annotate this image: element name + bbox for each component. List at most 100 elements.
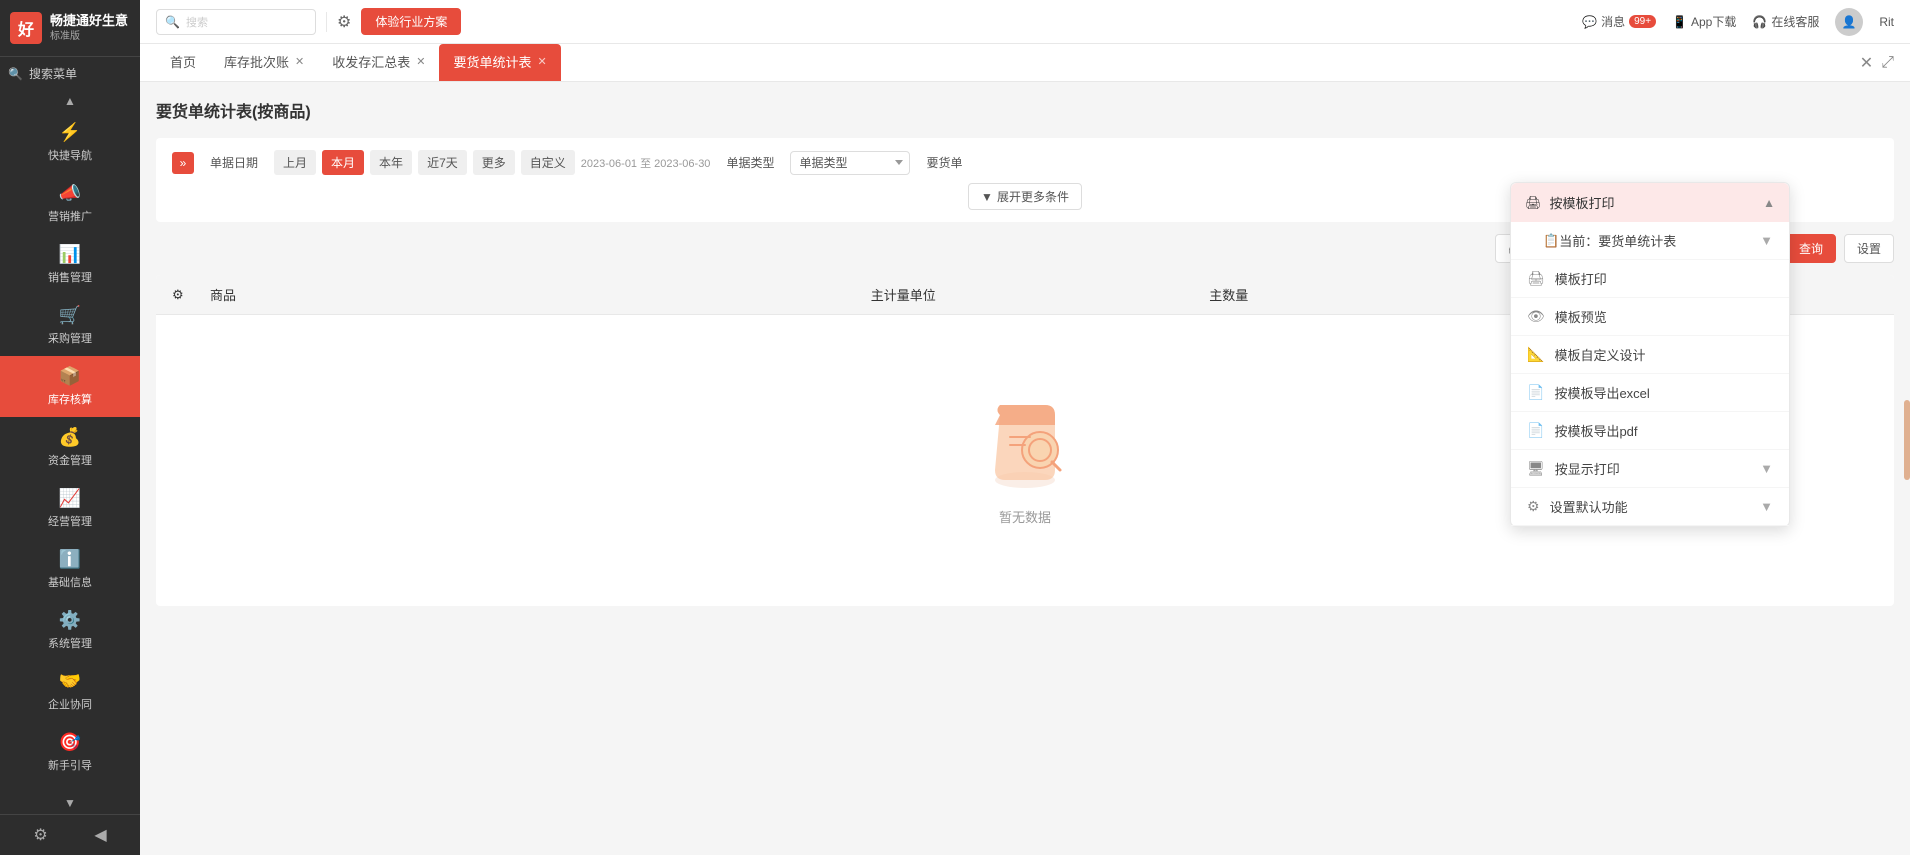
sidebar-item-business[interactable]: 📈 经营管理 — [0, 478, 140, 539]
logo-text: 畅捷通好生意 标准版 — [50, 13, 128, 43]
tab-requisition-stats-label: 要货单统计表 — [453, 52, 531, 71]
dropdown-set-default[interactable]: ⚙ 设置默认功能 ▼ — [1511, 488, 1789, 526]
dropdown-item-template-print[interactable]: 🖨 模板打印 — [1511, 260, 1789, 298]
sidebar-nav: ⚡ 快捷导航 📣 营销推广 📊 销售管理 🛒 采购管理 📦 库存核算 💰 资金管… — [0, 112, 140, 792]
require-goods-label: 要货单 — [926, 154, 962, 171]
dropdown-template-custom-label: 模板自定义设计 — [1554, 345, 1645, 364]
marketing-icon: 📣 — [59, 183, 81, 204]
message-badge: 99+ — [1629, 15, 1656, 28]
collab-icon: 🤝 — [59, 671, 81, 692]
dropdown-item-template-preview[interactable]: 👁 模板预览 — [1511, 298, 1789, 336]
user-avatar[interactable]: 👤 — [1835, 8, 1863, 36]
finance-icon: 💰 — [59, 427, 81, 448]
dropdown-export-excel-icon: 📄 — [1527, 384, 1544, 401]
topbar-search[interactable]: 🔍 搜索 — [156, 9, 316, 35]
right-scrollbar[interactable] — [1904, 400, 1910, 480]
sidebar-search-btn[interactable]: 🔍 搜索菜单 — [0, 57, 140, 90]
basic-label: 基础信息 — [48, 574, 92, 590]
dropdown-template-print-label: 模板打印 — [1555, 269, 1607, 288]
footer-hide-icon[interactable]: ◀ — [94, 825, 106, 845]
dropdown-close-chevron[interactable]: ▲ — [1763, 196, 1775, 210]
tab-batch-account[interactable]: 库存批次账 ✕ — [210, 44, 318, 81]
settings-btn-label: 设置 — [1857, 240, 1881, 257]
date-btn-last-month[interactable]: 上月 — [274, 150, 316, 175]
topbar-settings-icon[interactable]: ⚙ — [337, 12, 351, 32]
filter-expand-icon[interactable]: » — [172, 152, 194, 174]
sidebar-scroll-down[interactable]: ▼ — [0, 792, 140, 814]
dropdown-current-template[interactable]: 📋 当前：要货单统计表 ▼ — [1511, 222, 1789, 260]
sales-label: 销售管理 — [48, 269, 92, 285]
dropdown-display-print[interactable]: 🖥 按显示打印 ▼ — [1511, 450, 1789, 488]
sidebar-item-quick-nav[interactable]: ⚡ 快捷导航 — [0, 112, 140, 173]
marketing-label: 营销推广 — [48, 208, 92, 224]
inventory-icon: 📦 — [59, 366, 81, 387]
purchase-icon: 🛒 — [59, 305, 81, 326]
query-button[interactable]: 查询 — [1786, 234, 1836, 263]
expand-more-btn[interactable]: ▼ 展开更多条件 — [968, 183, 1082, 210]
page-title: 要货单统计表(按商品) — [156, 98, 1894, 122]
message-label: 消息 — [1601, 13, 1625, 30]
app-badge: 标准版 — [50, 30, 128, 43]
sidebar-item-appstore[interactable]: 🔲 应用中心 — [0, 783, 140, 792]
order-type-select[interactable]: 单据类型 — [790, 151, 910, 175]
settings-button[interactable]: 设置 — [1844, 234, 1894, 263]
sidebar-item-marketing[interactable]: 📣 营销推广 — [0, 173, 140, 234]
quick-nav-label: 快捷导航 — [48, 147, 92, 163]
dropdown-current-chevron: ▼ — [1760, 233, 1773, 248]
sidebar-item-system[interactable]: ⚙️ 系统管理 — [0, 600, 140, 661]
tabs-right-controls: ✕ ⤢ — [1860, 53, 1894, 73]
dropdown-item-export-pdf[interactable]: 📄 按模板导出pdf — [1511, 412, 1789, 450]
dropdown-current-icon: 📋 — [1543, 233, 1559, 249]
dropdown-header: 🖨 按模板打印 ▲ — [1511, 183, 1789, 222]
system-icon: ⚙️ — [59, 610, 81, 631]
dropdown-item-export-excel[interactable]: 📄 按模板导出excel — [1511, 374, 1789, 412]
table-col-settings[interactable]: ⚙ — [172, 287, 202, 303]
tab-requisition-stats-close[interactable]: ✕ — [538, 55, 547, 68]
date-btn-current-year[interactable]: 本年 — [370, 150, 412, 175]
purchase-label: 采购管理 — [48, 330, 92, 346]
app-download-action[interactable]: 📱 App下载 — [1672, 13, 1736, 30]
date-btn-custom[interactable]: 自定义 — [521, 150, 575, 175]
date-btn-more[interactable]: 更多 — [473, 150, 515, 175]
tab-receivable-summary-close[interactable]: ✕ — [416, 55, 425, 68]
search-icon: 🔍 — [8, 67, 23, 81]
tab-requisition-stats[interactable]: 要货单统计表 ✕ — [439, 44, 560, 81]
sidebar-logo: 好 畅捷通好生意 标准版 — [0, 0, 140, 57]
online-service-action[interactable]: 🎧 在线客服 — [1752, 13, 1819, 30]
business-icon: 📈 — [59, 488, 81, 509]
sidebar-item-purchase[interactable]: 🛒 采购管理 — [0, 295, 140, 356]
sidebar: 好 畅捷通好生意 标准版 🔍 搜索菜单 ▲ ⚡ 快捷导航 📣 营销推广 📊 销售… — [0, 0, 140, 855]
date-btn-current-month[interactable]: 本月 — [322, 150, 364, 175]
date-btn-last-7-days[interactable]: 近7天 — [418, 150, 467, 175]
tab-receivable-summary-label: 收发存汇总表 — [332, 52, 410, 71]
sidebar-item-finance[interactable]: 💰 资金管理 — [0, 417, 140, 478]
industry-solution-button[interactable]: 体验行业方案 — [361, 8, 461, 35]
app-download-icon: 📱 — [1672, 15, 1687, 29]
empty-text: 暂无数据 — [999, 507, 1051, 526]
sales-icon: 📊 — [59, 244, 81, 265]
inventory-label: 库存核算 — [48, 391, 92, 407]
tab-batch-account-close[interactable]: ✕ — [295, 55, 304, 68]
sidebar-item-collab[interactable]: 🤝 企业协同 — [0, 661, 140, 722]
tab-home[interactable]: 首页 — [156, 44, 210, 81]
sidebar-scroll-up[interactable]: ▲ — [0, 90, 140, 112]
sidebar-item-newbie[interactable]: 🎯 新手引导 — [0, 722, 140, 783]
tab-close-all-button[interactable]: ✕ — [1860, 53, 1873, 73]
sidebar-item-sales[interactable]: 📊 销售管理 — [0, 234, 140, 295]
dropdown-display-print-chevron: ▼ — [1760, 461, 1773, 476]
filter-row: » 单据日期 上月 本月 本年 近7天 更多 自定义 2023-06-01 至 … — [172, 150, 1878, 175]
tab-receivable-summary[interactable]: 收发存汇总表 ✕ — [318, 44, 439, 81]
sidebar-item-inventory[interactable]: 📦 库存核算 — [0, 356, 140, 417]
tab-maximize-button[interactable]: ⤢ — [1881, 53, 1894, 73]
footer-settings-icon[interactable]: ⚙ — [33, 825, 47, 845]
table-col-unit-header: 主计量单位 — [863, 285, 1201, 304]
dropdown-display-print-icon: 🖥 — [1527, 460, 1545, 477]
message-action[interactable]: 💬 消息 99+ — [1582, 13, 1656, 30]
table-col-product-header: 商品 — [202, 285, 863, 304]
message-icon: 💬 — [1582, 15, 1597, 29]
page-content: 要货单统计表(按商品) » 单据日期 上月 本月 本年 近7天 更多 自定义 2… — [140, 82, 1910, 855]
finance-label: 资金管理 — [48, 452, 92, 468]
dropdown-item-template-custom[interactable]: 📐 模板自定义设计 — [1511, 336, 1789, 374]
sidebar-item-basic[interactable]: ℹ️ 基础信息 — [0, 539, 140, 600]
topbar-right: 💬 消息 99+ 📱 App下载 🎧 在线客服 👤 Rit — [1582, 8, 1894, 36]
